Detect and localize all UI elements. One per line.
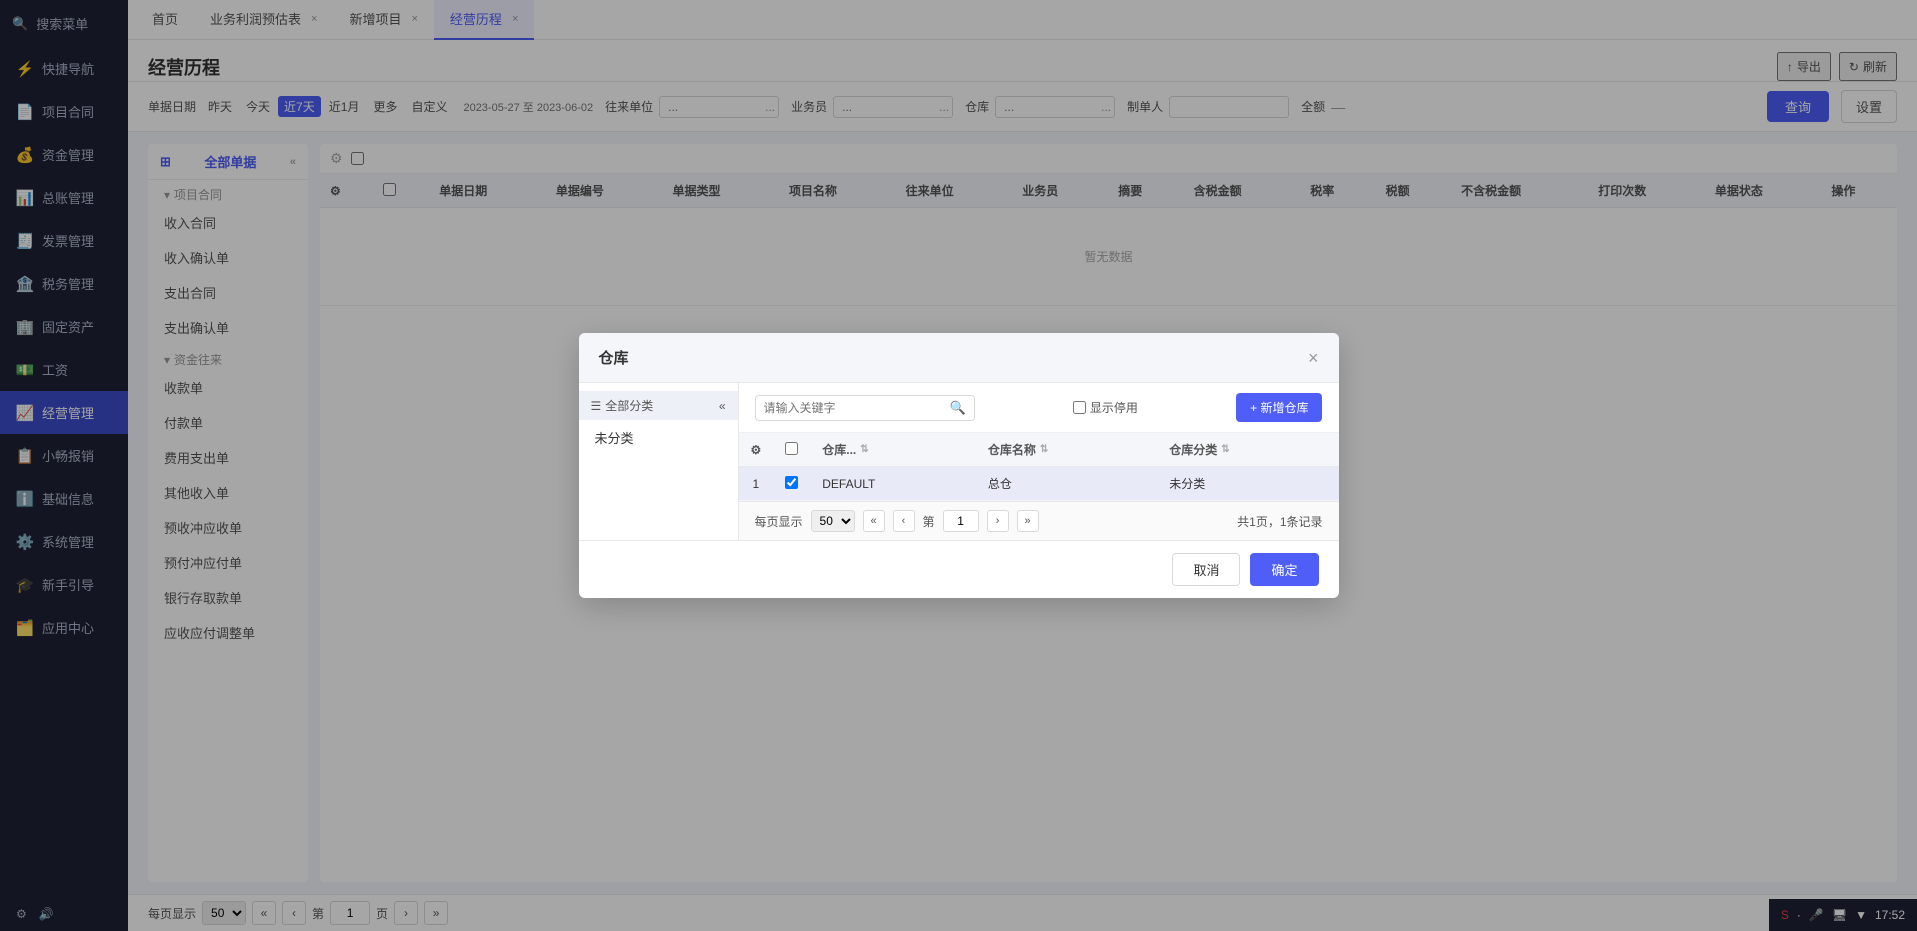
sort-category-icon: ⇅ bbox=[1221, 444, 1229, 455]
modal-prev-page[interactable]: ‹ bbox=[893, 510, 915, 532]
cancel-button[interactable]: 取消 bbox=[1172, 553, 1240, 586]
modal-col-checkbox bbox=[773, 433, 810, 467]
modal-uncategorized[interactable]: 未分类 bbox=[579, 420, 738, 455]
modal-actions: 取消 确定 bbox=[579, 540, 1339, 598]
row-checkbox bbox=[773, 467, 810, 501]
sidebar-collapse-icon[interactable]: « bbox=[719, 399, 726, 413]
modal-overlay[interactable]: 仓库 × ☰ 全部分类 « 未分类 bbox=[0, 0, 1917, 931]
modal-per-page-select[interactable]: 50 bbox=[811, 510, 855, 532]
modal-pagination: 每页显示 50 « ‹ 第 › » bbox=[755, 510, 1039, 532]
add-warehouse-button[interactable]: + 新增仓库 bbox=[1236, 393, 1322, 422]
sort-code-icon: ⇅ bbox=[860, 444, 868, 455]
modal-col-category[interactable]: 仓库分类 ⇅ bbox=[1157, 433, 1338, 467]
modal-body: ☰ 全部分类 « 未分类 🔍 显示停用 bbox=[579, 383, 1339, 540]
modal-col-settings: ⚙ bbox=[739, 433, 774, 467]
row-settings: 1 bbox=[739, 467, 774, 501]
all-category-icon: ☰ bbox=[591, 399, 602, 413]
modal-total: 共1页，1条记录 bbox=[1237, 513, 1322, 530]
modal-col-name[interactable]: 仓库名称 ⇅ bbox=[976, 433, 1157, 467]
row-select-checkbox[interactable] bbox=[785, 476, 798, 489]
table-row[interactable]: 1 DEFAULT 总仓 未分类 bbox=[739, 467, 1339, 501]
modal-all-category[interactable]: ☰ 全部分类 « bbox=[579, 391, 738, 420]
modal-warehouse-table: ⚙ 仓库... ⇅ 仓库名称 bbox=[739, 433, 1339, 501]
modal-title: 仓库 bbox=[599, 347, 629, 368]
modal-toolbar: 🔍 显示停用 + 新增仓库 bbox=[739, 383, 1339, 433]
modal-main-content: 🔍 显示停用 + 新增仓库 ⚙ bbox=[739, 383, 1339, 540]
modal-table-header: ⚙ 仓库... ⇅ 仓库名称 bbox=[739, 433, 1339, 467]
modal-header-checkbox[interactable] bbox=[785, 442, 798, 455]
row-category: 未分类 bbox=[1157, 467, 1338, 501]
modal-footer: 每页显示 50 « ‹ 第 › » 共1页，1条记录 bbox=[739, 501, 1339, 540]
warehouse-modal: 仓库 × ☰ 全部分类 « 未分类 bbox=[579, 333, 1339, 598]
row-code: DEFAULT bbox=[810, 467, 976, 501]
sort-name-icon: ⇅ bbox=[1040, 444, 1048, 455]
show-disabled-input[interactable] bbox=[1073, 401, 1086, 414]
modal-last-page[interactable]: » bbox=[1017, 510, 1039, 532]
modal-table-body: 1 DEFAULT 总仓 未分类 bbox=[739, 467, 1339, 501]
row-name: 总仓 bbox=[976, 467, 1157, 501]
modal-header: 仓库 × bbox=[579, 333, 1339, 383]
modal-search-icon: 🔍 bbox=[950, 400, 966, 416]
modal-close-button[interactable]: × bbox=[1308, 349, 1319, 367]
modal-first-page[interactable]: « bbox=[863, 510, 885, 532]
show-disabled-checkbox[interactable]: 显示停用 bbox=[1073, 399, 1138, 416]
modal-table-area: ⚙ 仓库... ⇅ 仓库名称 bbox=[739, 433, 1339, 501]
modal-col-code[interactable]: 仓库... ⇅ bbox=[810, 433, 976, 467]
modal-search-input[interactable] bbox=[764, 401, 944, 415]
modal-search-box: 🔍 bbox=[755, 395, 975, 421]
modal-page-input[interactable] bbox=[943, 510, 979, 532]
modal-category-sidebar: ☰ 全部分类 « 未分类 bbox=[579, 383, 739, 540]
modal-next-page[interactable]: › bbox=[987, 510, 1009, 532]
confirm-button[interactable]: 确定 bbox=[1250, 553, 1318, 586]
modal-page-label: 第 bbox=[923, 513, 935, 530]
